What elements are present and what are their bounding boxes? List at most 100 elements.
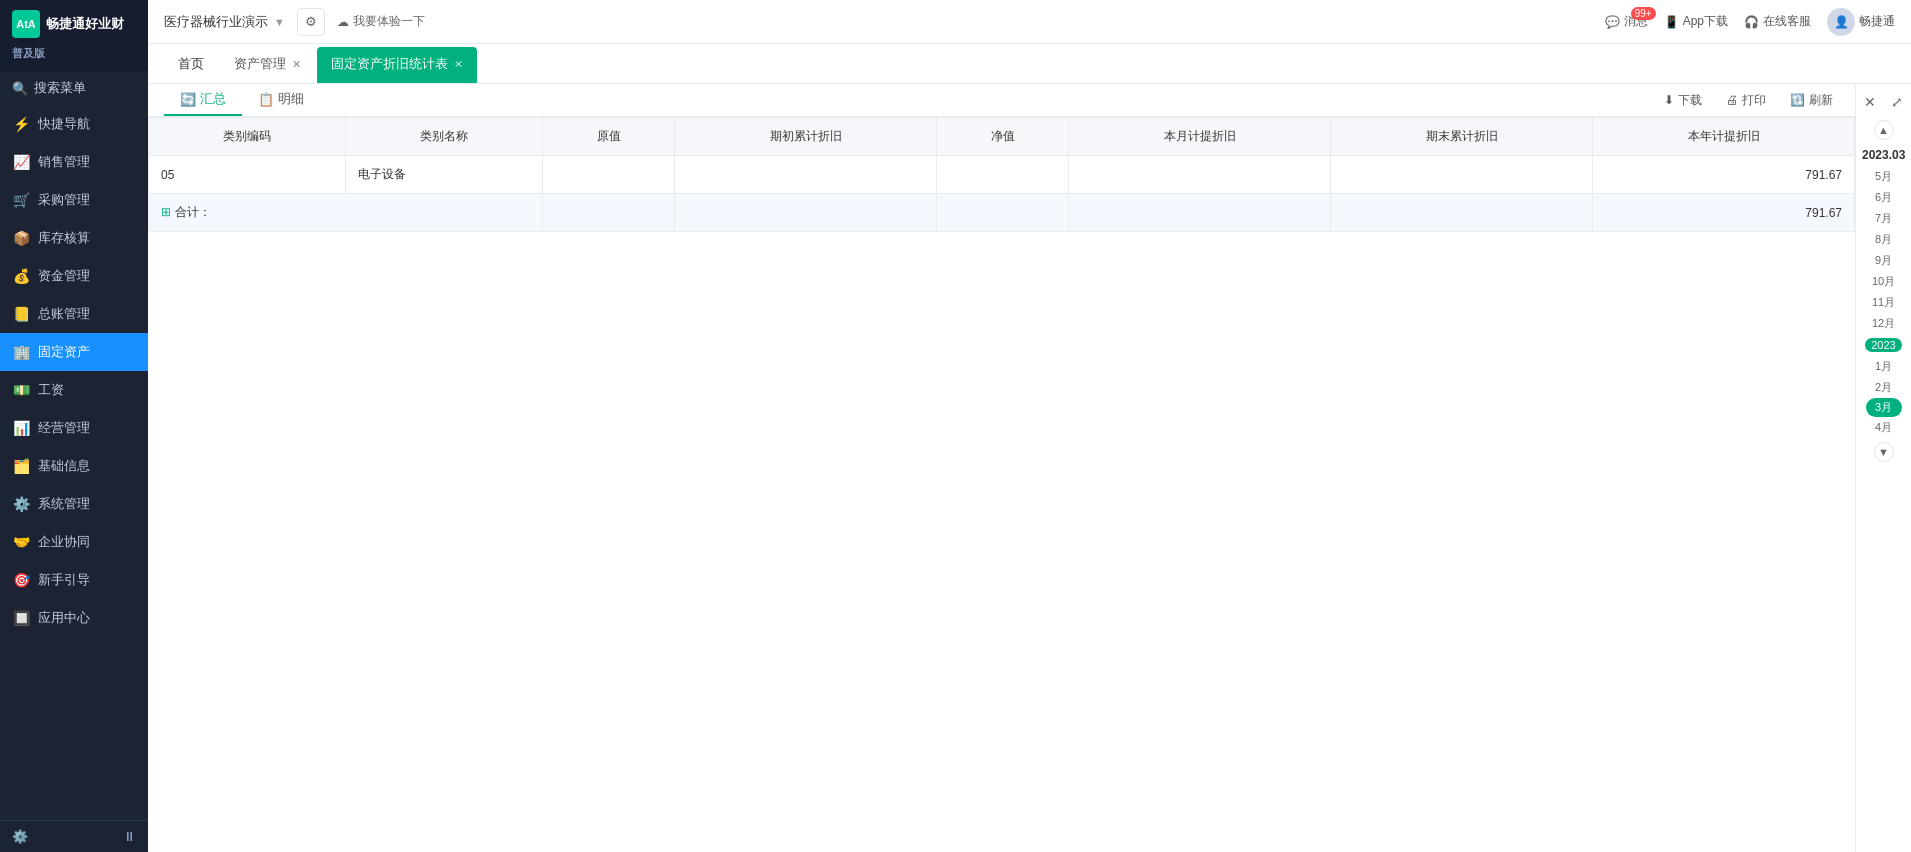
tab-home[interactable]: 首页 <box>164 47 218 83</box>
download-button[interactable]: ⬇ 下载 <box>1658 89 1708 112</box>
sidebar-item-quick-nav[interactable]: ⚡ 快捷导航 <box>0 105 148 143</box>
settings-gear-icon[interactable]: ⚙️ <box>12 829 28 844</box>
sidebar-item-base-info[interactable]: 🗂️ 基础信息 <box>0 447 148 485</box>
sidebar-item-guide[interactable]: 🎯 新手引导 <box>0 561 148 599</box>
refresh-button[interactable]: 🔃 刷新 <box>1784 89 1839 112</box>
month-6[interactable]: 6月 <box>1856 187 1911 208</box>
cell-net-value <box>937 156 1069 194</box>
tab-depreciation-close[interactable]: ✕ <box>454 58 463 71</box>
message-button[interactable]: 💬 消息 99+ <box>1605 13 1648 30</box>
tab-home-label: 首页 <box>178 55 204 73</box>
settings-icon: ⚙ <box>305 14 317 29</box>
app-center-icon: 🔲 <box>12 610 30 626</box>
sidebar-item-app-center[interactable]: 🔲 应用中心 <box>0 599 148 637</box>
purchase-icon: 🛒 <box>12 192 30 208</box>
sidebar-item-sales[interactable]: 📈 销售管理 <box>0 143 148 181</box>
table-row: 05 电子设备 791.67 <box>149 156 1855 194</box>
sales-icon: 📈 <box>12 154 30 170</box>
month-5[interactable]: 5月 <box>1856 166 1911 187</box>
quick-nav-icon: ⚡ <box>12 116 30 132</box>
cooperation-icon: 🤝 <box>12 534 30 550</box>
ledger-label: 总账管理 <box>38 305 90 323</box>
detail-icon: 📋 <box>258 92 274 107</box>
sidebar-collapse-icon[interactable]: ⏸ <box>123 829 136 844</box>
col-header-net-value: 净值 <box>937 118 1069 156</box>
total-end-dep <box>1331 194 1593 232</box>
sidebar-item-inventory[interactable]: 📦 库存核算 <box>0 219 148 257</box>
tab-depreciation[interactable]: 固定资产折旧统计表 ✕ <box>317 47 477 83</box>
search-menu-label: 搜索菜单 <box>34 79 86 97</box>
settings-button[interactable]: ⚙ <box>297 8 325 36</box>
experience-icon: ☁ <box>337 15 349 29</box>
sidebar-item-payroll[interactable]: 💵 工资 <box>0 371 148 409</box>
online-service-label: 在线客服 <box>1763 13 1811 30</box>
total-monthly-dep <box>1069 194 1331 232</box>
operations-icon: 📊 <box>12 420 30 436</box>
sidebar-nav: ⚡ 快捷导航 📈 销售管理 🛒 采购管理 📦 库存核算 💰 资金管理 📒 总账管… <box>0 105 148 820</box>
month-11[interactable]: 11月 <box>1856 292 1911 313</box>
month-3-active[interactable]: 3月 <box>1866 398 1902 417</box>
tab-asset-mgmt[interactable]: 资产管理 ✕ <box>220 47 315 83</box>
month-8[interactable]: 8月 <box>1856 229 1911 250</box>
cell-end-dep <box>1331 156 1593 194</box>
year-badge[interactable]: 2023 <box>1865 338 1901 352</box>
experience-button[interactable]: ☁ 我要体验一下 <box>337 13 425 30</box>
app-download-button[interactable]: 📱 App下载 <box>1664 13 1728 30</box>
download-label: 下载 <box>1678 92 1702 109</box>
table-container: 类别编码 类别名称 原值 期初累计折旧 净值 本月计提折旧 期末累计折旧 本年计… <box>148 117 1855 852</box>
sidebar-item-cooperation[interactable]: 🤝 企业协同 <box>0 523 148 561</box>
sidebar-item-operations[interactable]: 📊 经营管理 <box>0 409 148 447</box>
month-12[interactable]: 12月 <box>1856 313 1911 334</box>
print-label: 打印 <box>1742 92 1766 109</box>
month-1[interactable]: 1月 <box>1856 356 1911 377</box>
experience-label: 我要体验一下 <box>353 13 425 30</box>
operations-label: 经营管理 <box>38 419 90 437</box>
month-9[interactable]: 9月 <box>1856 250 1911 271</box>
sidebar-item-system[interactable]: ⚙️ 系统管理 <box>0 485 148 523</box>
sub-tab-summary[interactable]: 🔄 汇总 <box>164 84 242 116</box>
col-header-name: 类别名称 <box>346 118 543 156</box>
panel-down-button[interactable]: ▼ <box>1874 442 1894 462</box>
search-menu[interactable]: 🔍 搜索菜单 <box>0 71 148 105</box>
month-7[interactable]: 7月 <box>1856 208 1911 229</box>
panel-up-button[interactable]: ▲ <box>1874 120 1894 140</box>
col-header-code: 类别编码 <box>149 118 346 156</box>
sub-tab-summary-label: 汇总 <box>200 90 226 108</box>
panel-close-button[interactable]: ✕ <box>1864 94 1876 110</box>
sidebar-item-fixed-assets[interactable]: 🏢 固定资产 <box>0 333 148 371</box>
cell-name: 电子设备 <box>346 156 543 194</box>
sub-tab-detail[interactable]: 📋 明细 <box>242 84 320 116</box>
tabs-bar: 首页 资产管理 ✕ 固定资产折旧统计表 ✕ <box>148 44 1911 84</box>
app-download-label: App下载 <box>1683 13 1728 30</box>
base-info-label: 基础信息 <box>38 457 90 475</box>
sidebar-item-purchase[interactable]: 🛒 采购管理 <box>0 181 148 219</box>
total-row: ⊞合计： 791.67 <box>149 194 1855 232</box>
company-selector[interactable]: 医疗器械行业演示 ▼ <box>164 13 285 31</box>
month-10[interactable]: 10月 <box>1856 271 1911 292</box>
month-2[interactable]: 2月 <box>1856 377 1911 398</box>
system-label: 系统管理 <box>38 495 90 513</box>
sub-tabs-row: 🔄 汇总 📋 明细 ⬇ 下载 🖨 打印 <box>148 84 1855 117</box>
user-avatar: 👤 <box>1827 8 1855 36</box>
toolbar-right: ⬇ 下载 🖨 打印 🔃 刷新 <box>1658 89 1839 112</box>
content-area: 🔄 汇总 📋 明细 ⬇ 下载 🖨 打印 <box>148 84 1911 852</box>
month-4[interactable]: 4月 <box>1856 417 1911 438</box>
total-original <box>543 194 675 232</box>
print-button[interactable]: 🖨 打印 <box>1720 89 1772 112</box>
fixed-assets-icon: 🏢 <box>12 344 30 360</box>
message-icon: 💬 <box>1605 15 1620 29</box>
tab-asset-mgmt-close[interactable]: ✕ <box>292 58 301 71</box>
panel-expand-button[interactable]: ⤢ <box>1891 94 1903 110</box>
sidebar-item-finance[interactable]: 💰 资金管理 <box>0 257 148 295</box>
online-service-button[interactable]: 🎧 在线客服 <box>1744 13 1811 30</box>
col-header-annual-dep: 本年计提折旧 <box>1593 118 1855 156</box>
page-wrapper: 🔄 汇总 📋 明细 ⬇ 下载 🖨 打印 <box>148 84 1855 852</box>
sidebar-item-ledger[interactable]: 📒 总账管理 <box>0 295 148 333</box>
download-icon: 📱 <box>1664 15 1679 29</box>
cooperation-label: 企业协同 <box>38 533 90 551</box>
cell-original <box>543 156 675 194</box>
summary-icon: 🔄 <box>180 92 196 107</box>
fixed-assets-label: 固定资产 <box>38 343 90 361</box>
user-profile[interactable]: 👤 畅捷通 <box>1827 8 1895 36</box>
col-header-original: 原值 <box>543 118 675 156</box>
